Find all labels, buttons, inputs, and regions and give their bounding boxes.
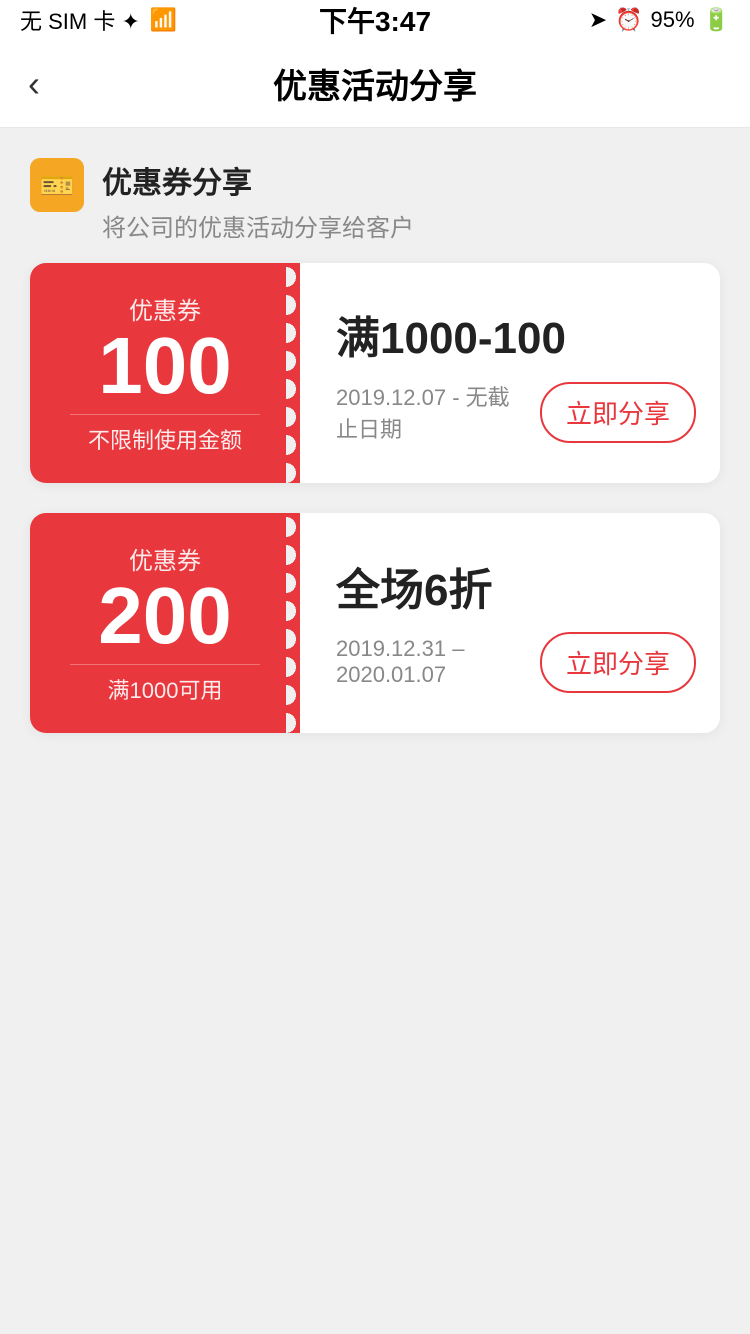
coupon-divider-1 xyxy=(70,414,260,415)
nav-bar: ‹ 优惠活动分享 xyxy=(0,40,750,128)
status-bar: 无 SIM 卡 ✦ 📶 下午3:47 ➤ ⏰ 95% 🔋 xyxy=(0,0,750,40)
alarm-icon: ⏰ xyxy=(615,7,642,33)
battery-icon: 🔋 xyxy=(703,7,730,33)
coupon-amount-1: 100 xyxy=(98,326,231,406)
back-button[interactable]: ‹ xyxy=(28,66,40,102)
bottom-area xyxy=(0,763,750,1163)
section-text: 优惠券分享 将公司的优惠活动分享给客户 xyxy=(102,158,414,243)
coupon-left-1: 优惠券 100 不限制使用金额 xyxy=(30,263,300,483)
share-button-2[interactable]: 立即分享 xyxy=(540,632,696,693)
coupon-condition-1: 不限制使用金额 xyxy=(88,423,242,455)
share-button-1[interactable]: 立即分享 xyxy=(540,382,696,443)
coupon-actions-2: 2019.12.31 – 2020.01.07 立即分享 xyxy=(336,632,696,693)
coupon-list: 优惠券 100 不限制使用金额 满1000-100 2019.12.07 - 无… xyxy=(0,263,750,763)
coupon-left-2: 优惠券 200 满1000可用 xyxy=(30,513,300,733)
coupon-right-2: 全场6折 2019.12.31 – 2020.01.07 立即分享 xyxy=(300,513,720,733)
coupon-condition-2: 满1000可用 xyxy=(108,673,223,705)
section-header: 🎫 优惠券分享 将公司的优惠活动分享给客户 xyxy=(0,128,750,263)
status-right: ➤ ⏰ 95% 🔋 xyxy=(589,7,730,33)
coupon-date-2: 2019.12.31 – 2020.01.07 xyxy=(336,636,524,688)
location-icon: ➤ xyxy=(589,7,607,33)
section-title: 优惠券分享 xyxy=(102,158,414,202)
page-title: 优惠活动分享 xyxy=(273,59,477,108)
coupon-right-1: 满1000-100 2019.12.07 - 无截止日期 立即分享 xyxy=(300,263,720,483)
coupon-title-2: 全场6折 xyxy=(336,554,696,618)
status-time: 下午3:47 xyxy=(319,0,431,40)
battery-text: 95% xyxy=(651,7,695,33)
coupon-title-1: 满1000-100 xyxy=(336,302,696,366)
signal-text: 无 SIM 卡 ✦ xyxy=(20,4,140,36)
status-left: 无 SIM 卡 ✦ 📶 xyxy=(20,4,177,36)
coupon-date-1: 2019.12.07 - 无截止日期 xyxy=(336,380,524,444)
coupon-amount-2: 200 xyxy=(98,576,231,656)
coupon-divider-2 xyxy=(70,664,260,665)
coupon-actions-1: 2019.12.07 - 无截止日期 立即分享 xyxy=(336,380,696,444)
wifi-icon: 📶 xyxy=(150,7,177,33)
coupon-card-2: 优惠券 200 满1000可用 全场6折 2019.12.31 – 2020.0… xyxy=(30,513,720,733)
coupon-card-1: 优惠券 100 不限制使用金额 满1000-100 2019.12.07 - 无… xyxy=(30,263,720,483)
section-subtitle: 将公司的优惠活动分享给客户 xyxy=(102,208,414,243)
section-icon: 🎫 xyxy=(30,158,84,212)
